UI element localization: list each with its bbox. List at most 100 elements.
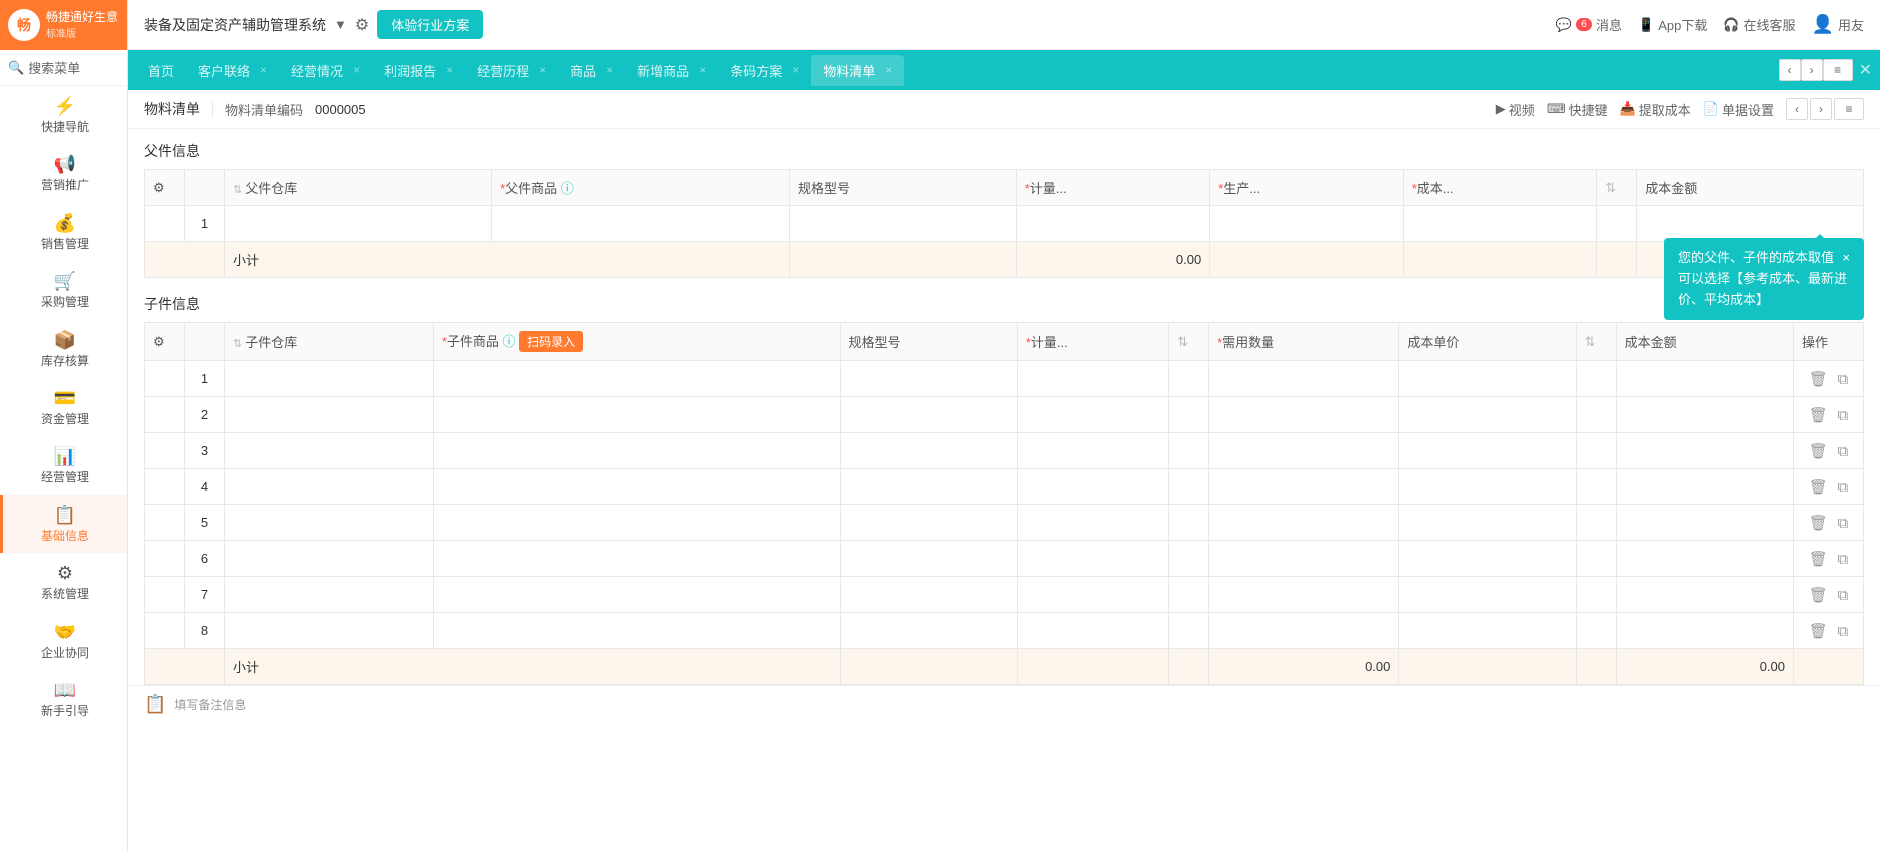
child-cell-unit-price-1[interactable] [1399,361,1576,397]
sidebar-item-finance[interactable]: 💳 资金管理 [0,378,127,436]
child-cell-sort2-6[interactable] [1576,541,1616,577]
single-settings-button[interactable]: 📄 单据设置 [1703,100,1774,119]
child-cell-cost-amount-7[interactable] [1616,577,1793,613]
child-cell-sort-7[interactable] [1169,577,1209,613]
child-cell-spec-3[interactable] [840,433,1017,469]
child-cell-product-4[interactable] [433,469,840,505]
sidebar-item-sales[interactable]: 💰 销售管理 [0,203,127,261]
copy-icon-4[interactable]: ⧉ [1837,479,1848,496]
sidebar-item-purchase[interactable]: 🛒 采购管理 [0,261,127,319]
tab-customer[interactable]: 客户联络 × [186,55,279,86]
copy-icon-7[interactable]: ⧉ [1837,587,1848,604]
child-cell-unit-price-8[interactable] [1399,613,1576,649]
child-cell-product-7[interactable] [433,577,840,613]
tab-operation[interactable]: 经营情况 × [279,55,372,86]
child-cell-sort2-4[interactable] [1576,469,1616,505]
sidebar-item-enterprise[interactable]: 🤝 企业协同 [0,612,127,670]
child-cell-qty-2[interactable] [1209,397,1399,433]
child-cell-product-3[interactable] [433,433,840,469]
child-cell-sort-1[interactable] [1169,361,1209,397]
child-cell-spec-2[interactable] [840,397,1017,433]
tab-scroll-left[interactable]: ‹ [1779,59,1801,81]
tab-scroll-right[interactable]: › [1801,59,1823,81]
message-item[interactable]: 💬 6 消息 [1556,15,1622,34]
child-cell-sort-6[interactable] [1169,541,1209,577]
child-cell-spec-1[interactable] [840,361,1017,397]
child-cell-warehouse-4[interactable] [225,469,434,505]
delete-icon-2[interactable]: 🗑 [1809,407,1828,424]
tab-product[interactable]: 商品 × [558,55,625,86]
sidebar-item-basic-info[interactable]: 📋 基础信息 [0,495,127,553]
trial-button[interactable]: 体验行业方案 [377,10,483,39]
parent-cell-produce-1[interactable] [1210,206,1404,242]
tab-bom-close[interactable]: × [885,63,892,77]
child-cell-spec-7[interactable] [840,577,1017,613]
shortcut-button[interactable]: ⌨ 快捷键 [1547,100,1608,119]
delete-icon-1[interactable]: 🗑 [1809,371,1828,388]
parent-cell-cost-amount-1[interactable] [1637,206,1864,242]
parent-cell-spec-1[interactable] [790,206,1017,242]
prev-arrow[interactable]: ‹ [1786,98,1808,120]
child-cell-qty-7[interactable] [1209,577,1399,613]
child-cell-qty-8[interactable] [1209,613,1399,649]
child-cell-qty-1[interactable] [1209,361,1399,397]
child-cell-unit-6[interactable] [1017,541,1168,577]
delete-icon-3[interactable]: 🗑 [1809,443,1828,460]
child-cell-sort2-3[interactable] [1576,433,1616,469]
sidebar-item-inventory[interactable]: 📦 库存核算 [0,320,127,378]
child-cell-sort-2[interactable] [1169,397,1209,433]
child-cell-sort-4[interactable] [1169,469,1209,505]
next-arrow[interactable]: › [1810,98,1832,120]
child-cell-spec-5[interactable] [840,505,1017,541]
extract-cost-button[interactable]: 📥 提取成本 [1620,100,1691,119]
child-cell-cost-amount-5[interactable] [1616,505,1793,541]
child-cell-warehouse-2[interactable] [225,397,434,433]
delete-icon-8[interactable]: 🗑 [1809,623,1828,640]
help-icon[interactable]: ⓘ [503,334,516,349]
app-download-item[interactable]: 📱 App下载 [1638,15,1707,34]
tab-product-close[interactable]: × [606,63,613,77]
help-icon[interactable]: ⓘ [561,181,574,196]
parent-col-settings[interactable]: ⚙ [145,170,185,206]
child-cell-product-1[interactable] [433,361,840,397]
scan-button[interactable]: 扫码录入 [519,331,583,352]
child-cell-sort2-2[interactable] [1576,397,1616,433]
list-view-button[interactable]: ≡ [1834,98,1864,120]
child-cell-sort-5[interactable] [1169,505,1209,541]
tab-close-all-icon[interactable]: ✕ [1859,60,1872,80]
child-cell-sort-8[interactable] [1169,613,1209,649]
child-cell-sort2-1[interactable] [1576,361,1616,397]
sidebar-item-guide[interactable]: 📖 新手引导 [0,670,127,728]
child-cell-spec-8[interactable] [840,613,1017,649]
delete-icon-5[interactable]: 🗑 [1809,515,1828,532]
tab-barcode-close[interactable]: × [792,63,799,77]
tab-profit[interactable]: 利润报告 × [372,55,465,86]
child-cell-qty-6[interactable] [1209,541,1399,577]
delete-icon-7[interactable]: 🗑 [1809,587,1828,604]
child-cell-unit-4[interactable] [1017,469,1168,505]
child-cell-product-2[interactable] [433,397,840,433]
child-cell-cost-amount-1[interactable] [1616,361,1793,397]
delete-icon-6[interactable]: 🗑 [1809,551,1828,568]
sidebar-item-system[interactable]: ⚙ 系统管理 [0,553,127,611]
copy-icon-3[interactable]: ⧉ [1837,443,1848,460]
tab-history[interactable]: 经营历程 × [465,55,558,86]
tab-add-product[interactable]: 新增商品 × [625,55,718,86]
tab-add-product-close[interactable]: × [699,63,706,77]
child-cell-unit-1[interactable] [1017,361,1168,397]
sidebar-search-area[interactable]: 🔍 搜索菜单 [0,50,127,86]
child-cell-product-8[interactable] [433,613,840,649]
parent-cell-sort-1[interactable] [1597,206,1637,242]
tooltip-close-button[interactable]: × [1842,248,1850,269]
settings-icon[interactable]: ⚙ [355,15,369,35]
child-cell-warehouse-5[interactable] [225,505,434,541]
child-cell-unit-2[interactable] [1017,397,1168,433]
child-cell-cost-amount-3[interactable] [1616,433,1793,469]
sidebar-item-operation[interactable]: 📊 经营管理 [0,436,127,494]
child-cell-unit-3[interactable] [1017,433,1168,469]
tab-home[interactable]: 首页 [136,55,186,86]
sidebar-item-marketing[interactable]: 📢 营销推广 [0,144,127,202]
child-cell-sort2-8[interactable] [1576,613,1616,649]
copy-icon-6[interactable]: ⧉ [1837,551,1848,568]
tab-history-close[interactable]: × [539,63,546,77]
